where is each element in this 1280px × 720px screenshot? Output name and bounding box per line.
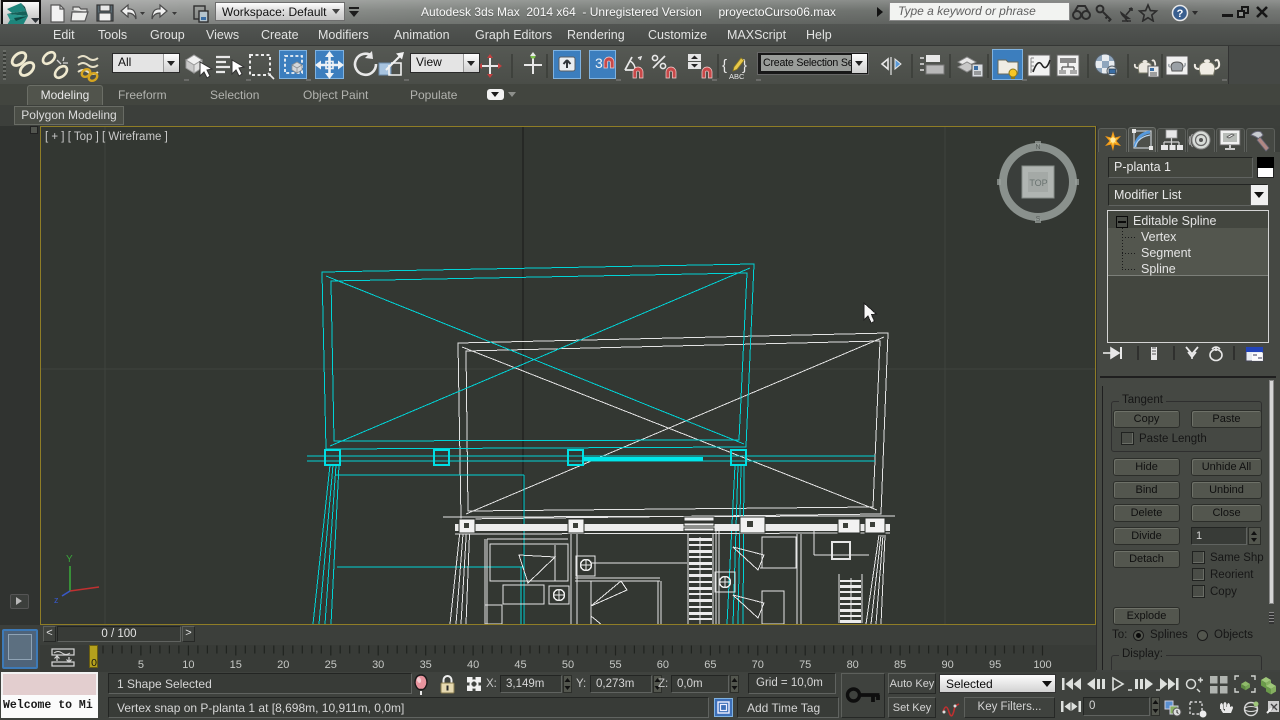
svg-text:65: 65 (704, 659, 716, 671)
svg-text:100: 100 (1033, 659, 1051, 671)
svg-text:ABC: ABC (729, 72, 745, 81)
svg-text:S: S (1036, 216, 1041, 223)
svg-text:55: 55 (609, 659, 621, 671)
svg-text:10: 10 (182, 659, 194, 671)
svg-text:85: 85 (894, 659, 906, 671)
svg-text:30: 30 (372, 659, 384, 671)
svg-text:15: 15 (230, 659, 242, 671)
svg-text:z: z (54, 595, 59, 605)
svg-text:75: 75 (799, 659, 811, 671)
svg-text:Y: Y (66, 554, 73, 565)
svg-text:95: 95 (989, 659, 1001, 671)
svg-text:80: 80 (847, 659, 859, 671)
svg-text:3: 3 (595, 55, 603, 71)
svg-text:{: { (722, 57, 727, 74)
svg-text:5: 5 (138, 659, 144, 671)
svg-text:60: 60 (657, 659, 669, 671)
svg-text:40: 40 (467, 659, 479, 671)
svg-text:35: 35 (420, 659, 432, 671)
svg-text:TOP: TOP (1029, 178, 1047, 188)
svg-text:45: 45 (514, 659, 526, 671)
svg-text:20: 20 (277, 659, 289, 671)
svg-text:?: ? (1177, 8, 1184, 20)
svg-text:70: 70 (752, 659, 764, 671)
svg-text:25: 25 (325, 659, 337, 671)
svg-text:50: 50 (562, 659, 574, 671)
svg-text:N: N (1035, 144, 1040, 151)
svg-text:90: 90 (941, 659, 953, 671)
